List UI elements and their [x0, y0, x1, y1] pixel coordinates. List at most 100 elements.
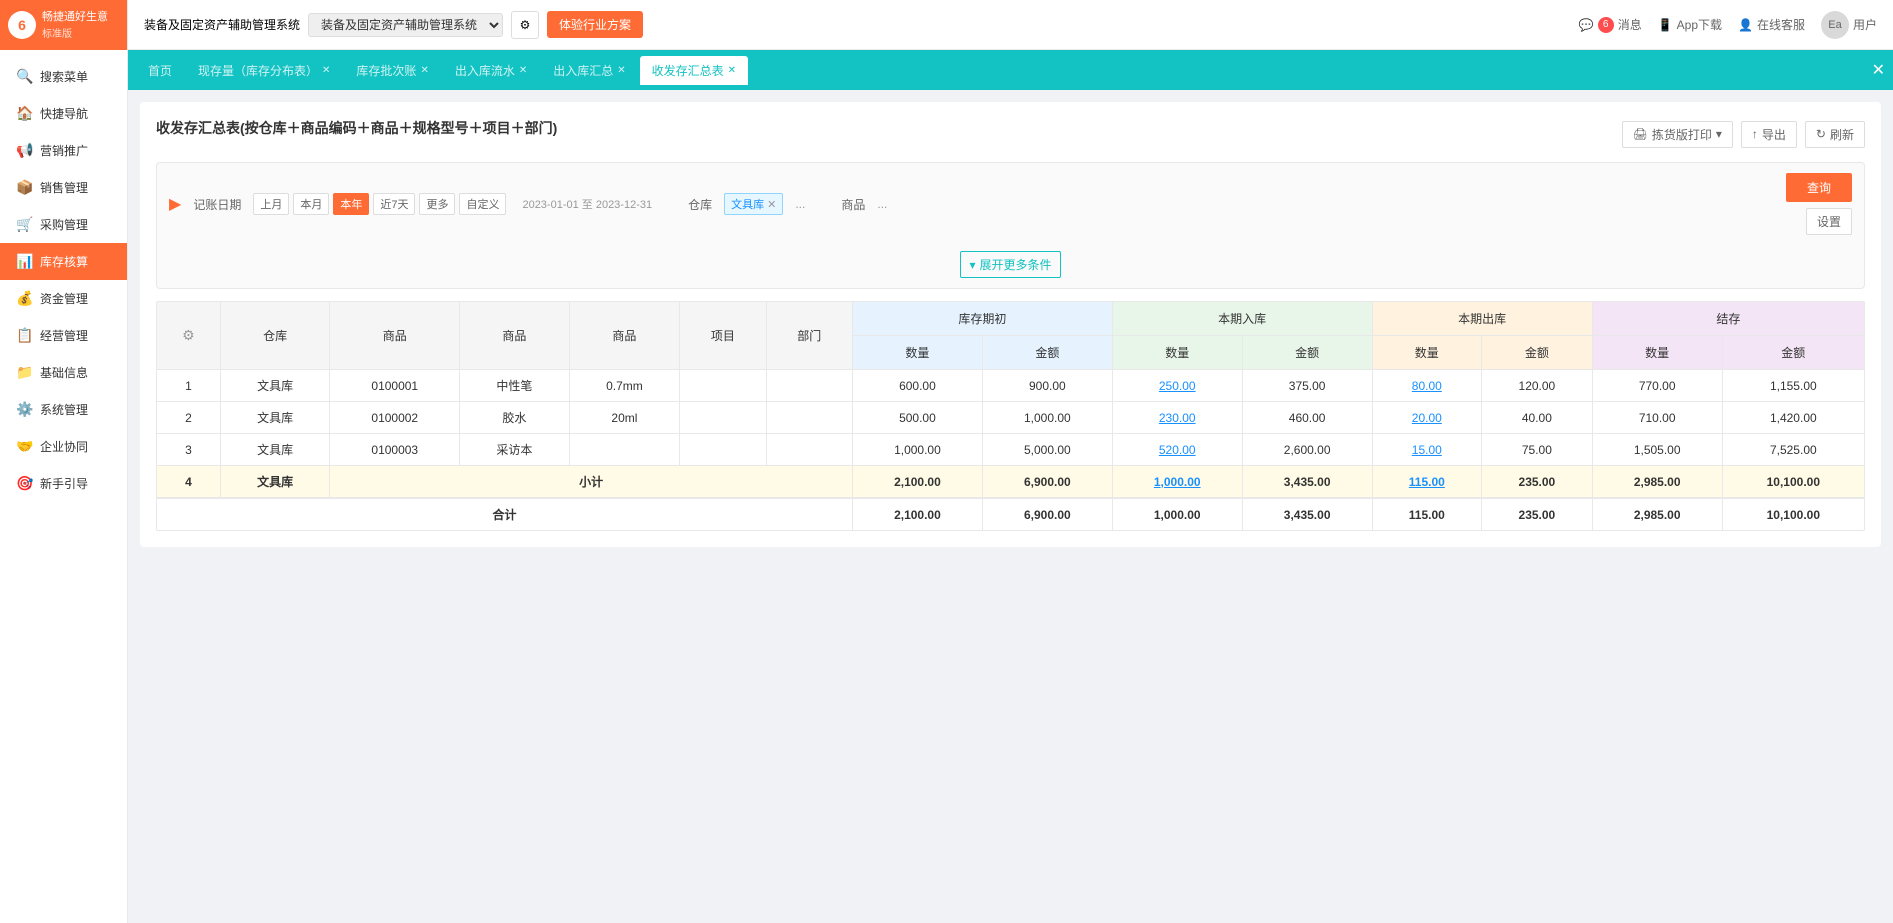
sidebar: 6 畅捷通好生意 标准版 🔍 搜索菜单 🏠 快捷导航 📢 营销推广 📦 销售管理…	[0, 0, 128, 923]
tab-home[interactable]: 首页	[136, 56, 184, 85]
sidebar-item-system[interactable]: ⚙️ 系统管理	[0, 391, 127, 428]
sidebar-item-search[interactable]: 🔍 搜索菜单	[0, 58, 127, 95]
subtotal-out-amt: 235.00	[1482, 466, 1593, 499]
tab-inout-summary[interactable]: 出入库汇总 ✕	[541, 56, 637, 85]
row3-in-qty[interactable]: 520.00	[1112, 434, 1242, 466]
th-balance-amt: 金额	[1722, 336, 1864, 370]
sidebar-item-guide[interactable]: 🎯 新手引导	[0, 465, 127, 502]
row2-code: 0100002	[330, 402, 460, 434]
sidebar-item-purchase[interactable]: 🛒 采购管理	[0, 206, 127, 243]
th-dept: 部门	[766, 302, 852, 370]
user-item[interactable]: Ea 用户	[1821, 11, 1877, 39]
date-btn-cur-year[interactable]: 本年	[333, 193, 369, 215]
row2-project	[680, 402, 766, 434]
logo: 6 畅捷通好生意 标准版	[0, 0, 127, 50]
message-item[interactable]: 💬 6 消息	[1579, 16, 1642, 33]
th-warehouse: 仓库	[220, 302, 329, 370]
tab-inventory-dist-close[interactable]: ✕	[322, 65, 330, 76]
date-btn-7days[interactable]: 近7天	[373, 193, 415, 215]
row1-in-qty[interactable]: 250.00	[1112, 370, 1242, 402]
message-icon: 💬	[1579, 18, 1594, 32]
print-chevron-icon: ▾	[1716, 127, 1722, 141]
system-select[interactable]: 装备及固定资产辅助管理系统	[308, 13, 503, 37]
marketing-icon: 📢	[16, 142, 32, 159]
warehouse-tag[interactable]: 文具库 ✕	[724, 193, 783, 215]
tab-inout-summary-label: 出入库汇总	[553, 62, 613, 79]
row2-in-qty[interactable]: 230.00	[1112, 402, 1242, 434]
filter-expand-arrow[interactable]: ▶	[169, 194, 181, 214]
row3-warehouse: 文具库	[220, 434, 329, 466]
search-icon: 🔍	[16, 68, 32, 85]
sidebar-item-label: 企业协同	[40, 438, 88, 455]
online-service-item[interactable]: 👤 在线客服	[1738, 16, 1805, 33]
logo-sub: 标准版	[42, 25, 108, 40]
row1-code: 0100001	[330, 370, 460, 402]
total-row: 合计 2,100.00 6,900.00 1,000.00 3,435.00 1…	[157, 498, 1864, 530]
row3-out-qty[interactable]: 15.00	[1372, 434, 1481, 466]
refresh-btn[interactable]: ↻ 刷新	[1805, 121, 1865, 148]
sidebar-item-label: 采购管理	[40, 216, 88, 233]
th-balance: 结存	[1592, 302, 1864, 336]
message-label: 消息	[1618, 16, 1642, 33]
sidebar-item-inventory[interactable]: 📊 库存核算	[0, 243, 127, 280]
tab-batch-close[interactable]: ✕	[420, 65, 428, 76]
tab-batch[interactable]: 库存批次账 ✕	[344, 56, 440, 85]
date-btn-custom[interactable]: 自定义	[459, 193, 506, 215]
row2-index: 2	[157, 402, 220, 434]
print-btn[interactable]: 🖨 拣货版打印 ▾	[1622, 121, 1733, 148]
expand-conditions-btn[interactable]: ▾ 展开更多条件	[960, 251, 1060, 278]
inventory-icon: 📊	[16, 253, 32, 270]
date-btn-more[interactable]: 更多	[419, 193, 455, 215]
subtotal-in-amt: 3,435.00	[1242, 466, 1372, 499]
tab-inout-flow-close[interactable]: ✕	[519, 65, 527, 76]
tab-inventory-dist[interactable]: 现存量（库存分布表） ✕	[186, 56, 342, 85]
row2-name: 胶水	[460, 402, 569, 434]
user-avatar: Ea	[1821, 11, 1849, 39]
sidebar-item-operation[interactable]: 📋 经营管理	[0, 317, 127, 354]
warehouse-label: 仓库	[688, 196, 712, 213]
sidebar-item-finance[interactable]: 💰 资金管理	[0, 280, 127, 317]
tab-recv-send-summary-label: 收发存汇总表	[652, 62, 724, 79]
row1-opening-amt: 900.00	[982, 370, 1112, 402]
total-balance-amt: 10,100.00	[1722, 498, 1864, 530]
date-buttons: 上月 本月 本年 近7天 更多 自定义	[253, 193, 506, 215]
sidebar-item-collab[interactable]: 🤝 企业协同	[0, 428, 127, 465]
row3-in-amt: 2,600.00	[1242, 434, 1372, 466]
sidebar-item-quick[interactable]: 🏠 快捷导航	[0, 95, 127, 132]
warehouse-more[interactable]: ...	[795, 197, 805, 211]
export-btn[interactable]: ↑ 导出	[1741, 121, 1797, 148]
row3-index: 3	[157, 434, 220, 466]
tab-recv-send-summary[interactable]: 收发存汇总表 ✕	[640, 56, 748, 85]
user-label: 用户	[1853, 16, 1877, 33]
th-opening-amt: 金额	[982, 336, 1112, 370]
row3-name: 采访本	[460, 434, 569, 466]
row2-opening-amt: 1,000.00	[982, 402, 1112, 434]
row1-out-qty[interactable]: 80.00	[1372, 370, 1481, 402]
experience-btn[interactable]: 体验行业方案	[547, 11, 643, 38]
subtotal-opening-amt: 6,900.00	[982, 466, 1112, 499]
warehouse-tag-close[interactable]: ✕	[767, 198, 776, 211]
date-btn-prev-month[interactable]: 上月	[253, 193, 289, 215]
app-download-item[interactable]: 📱 App下载	[1658, 16, 1722, 33]
page-card: 收发存汇总表(按仓库＋商品编码＋商品＋规格型号＋项目＋部门) 🖨 拣货版打印 ▾…	[140, 102, 1881, 547]
sidebar-item-sales[interactable]: 📦 销售管理	[0, 169, 127, 206]
row2-out-qty[interactable]: 20.00	[1372, 402, 1481, 434]
date-btn-cur-month[interactable]: 本月	[293, 193, 329, 215]
sidebar-item-marketing[interactable]: 📢 营销推广	[0, 132, 127, 169]
gear-col-icon[interactable]: ⚙	[182, 327, 195, 343]
phone-icon: 📱	[1658, 18, 1673, 32]
purchase-icon: 🛒	[16, 216, 32, 233]
tab-inout-summary-close[interactable]: ✕	[617, 65, 625, 76]
tab-recv-send-close[interactable]: ✕	[728, 65, 736, 76]
settings-filter-btn[interactable]: 设置	[1806, 208, 1852, 235]
tab-inout-flow[interactable]: 出入库流水 ✕	[443, 56, 539, 85]
tab-inventory-dist-label: 现存量（库存分布表）	[198, 62, 318, 79]
sidebar-item-basic[interactable]: 📁 基础信息	[0, 354, 127, 391]
export-btn-label: 导出	[1762, 126, 1786, 143]
subtotal-in-qty[interactable]: 1,000.00	[1112, 466, 1242, 499]
goods-more[interactable]: ...	[877, 197, 887, 211]
tabs-close-all[interactable]: ✕	[1872, 60, 1885, 80]
query-btn[interactable]: 查询	[1786, 173, 1852, 202]
subtotal-out-qty[interactable]: 115.00	[1372, 466, 1481, 499]
topbar-settings-icon[interactable]: ⚙	[511, 11, 539, 39]
